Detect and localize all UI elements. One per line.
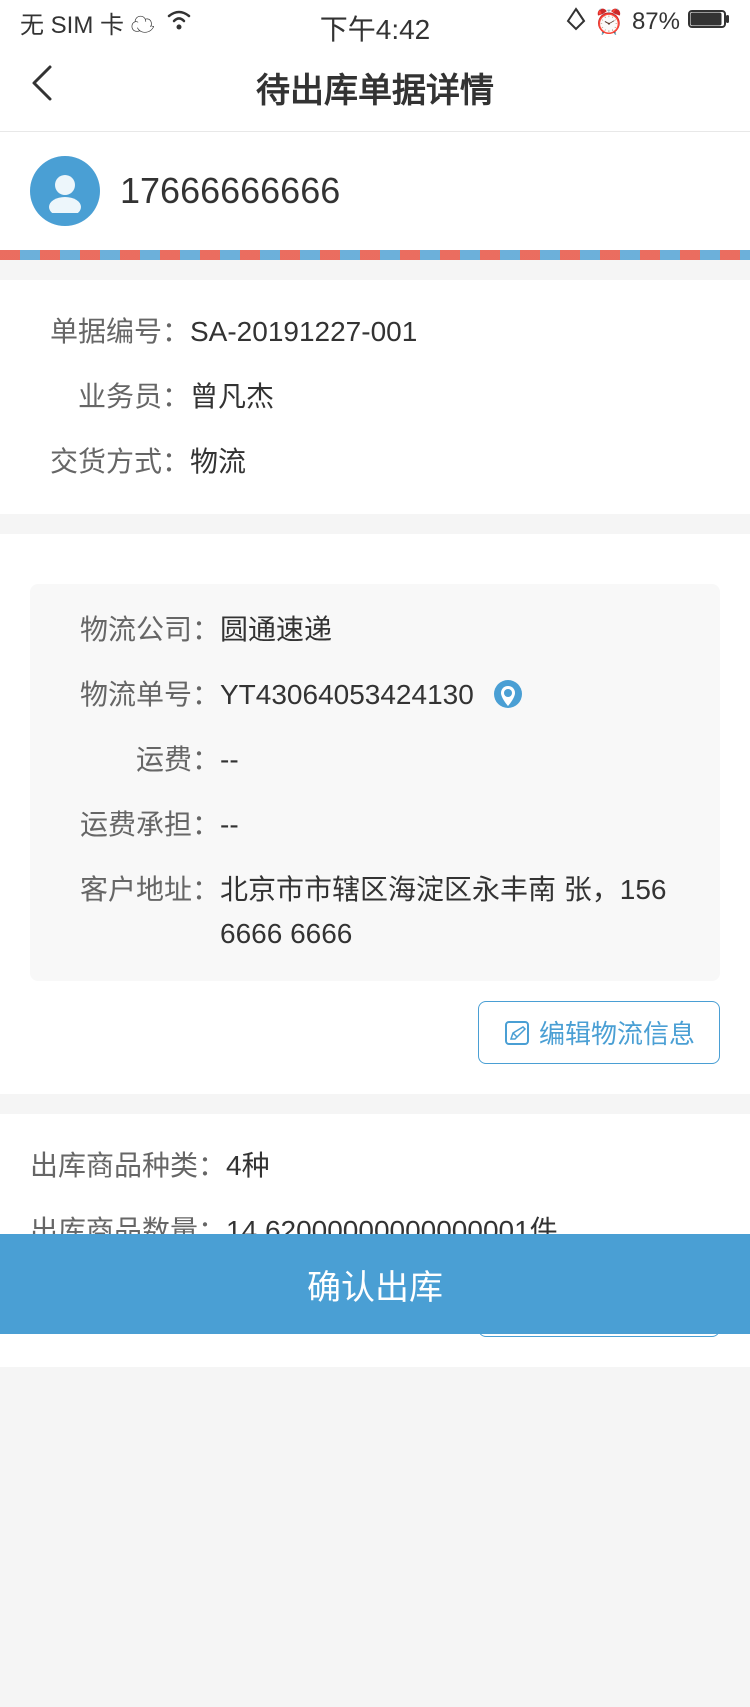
logistics-company-value: 圆通速递 — [220, 608, 690, 653]
address-value: 北京市市辖区海淀区永丰南 张，156 6666 6666 — [220, 868, 690, 958]
logistics-company-row: 物流公司： 圆通速递 — [60, 608, 690, 653]
battery-label: 87% — [632, 8, 680, 36]
tracking-value: YT43064053424130 — [220, 673, 690, 718]
freight-bear-value: -- — [220, 803, 690, 848]
logistics-section: 物流公司： 圆通速递 物流单号： YT43064053424130 运费： -- — [0, 534, 750, 1094]
page-title: 待出库单据详情 — [256, 63, 494, 112]
edit-logistics-button[interactable]: 编辑物流信息 — [478, 1001, 720, 1064]
back-button[interactable] — [30, 63, 54, 113]
status-right: ⏰ 87% — [566, 7, 730, 38]
avatar — [30, 156, 100, 226]
freight-bear-label: 运费承担： — [60, 803, 220, 848]
edit-btn-row: 编辑物流信息 — [30, 1001, 720, 1064]
empty-space — [0, 1387, 750, 1587]
status-left: 无 SIM 卡 ☁ — [20, 5, 193, 40]
salesman-row: 业务员： 曾凡杰 — [30, 375, 720, 420]
freight-row: 运费： -- — [60, 738, 690, 783]
sim-label: 无 SIM 卡 ☁ — [20, 5, 155, 40]
confirm-btn-label: 确认出库 — [307, 1260, 443, 1309]
tracking-label: 物流单号： — [60, 673, 220, 718]
tracking-row: 物流单号： YT43064053424130 — [60, 673, 690, 718]
location-active-icon — [566, 7, 586, 38]
address-row: 客户地址： 北京市市辖区海淀区永丰南 张，156 6666 6666 — [60, 868, 690, 958]
freight-bear-row: 运费承担： -- — [60, 803, 690, 848]
edit-btn-label: 编辑物流信息 — [539, 1014, 695, 1051]
nav-bar: 待出库单据详情 — [0, 44, 750, 132]
freight-label: 运费： — [60, 738, 220, 783]
address-label: 客户地址： — [60, 868, 220, 913]
customer-phone: 17666666666 — [120, 170, 340, 212]
salesman-label: 业务员： — [30, 375, 190, 420]
delivery-value: 物流 — [190, 440, 720, 485]
wifi-icon — [165, 8, 193, 37]
edit-icon — [503, 1019, 531, 1047]
alarm-icon: ⏰ — [594, 8, 624, 37]
decorative-divider — [0, 250, 750, 260]
order-info-section: 单据编号： SA-20191227-001 业务员： 曾凡杰 交货方式： 物流 — [0, 280, 750, 514]
confirm-button[interactable]: 确认出库 — [0, 1234, 750, 1334]
order-no-row: 单据编号： SA-20191227-001 — [30, 310, 720, 355]
order-no-label: 单据编号： — [30, 310, 190, 355]
order-no-value: SA-20191227-001 — [190, 310, 720, 355]
status-bar: 无 SIM 卡 ☁ 下午4:42 ⏰ 87% — [0, 0, 750, 44]
delivery-row: 交货方式： 物流 — [30, 440, 720, 485]
customer-section: 17666666666 — [0, 132, 750, 250]
battery-icon — [688, 8, 730, 37]
logistics-card: 物流公司： 圆通速递 物流单号： YT43064053424130 运费： -- — [30, 584, 720, 981]
logistics-company-label: 物流公司： — [60, 608, 220, 653]
freight-value: -- — [220, 738, 690, 783]
delivery-label: 交货方式： — [30, 440, 190, 485]
goods-type-label: 出库商品种类： — [30, 1144, 226, 1189]
status-time: 下午4:42 — [320, 8, 431, 48]
salesman-value: 曾凡杰 — [190, 375, 720, 420]
goods-type-row: 出库商品种类： 4种 — [30, 1144, 720, 1189]
tracking-location-icon[interactable] — [490, 678, 526, 714]
goods-type-value: 4种 — [226, 1144, 720, 1189]
